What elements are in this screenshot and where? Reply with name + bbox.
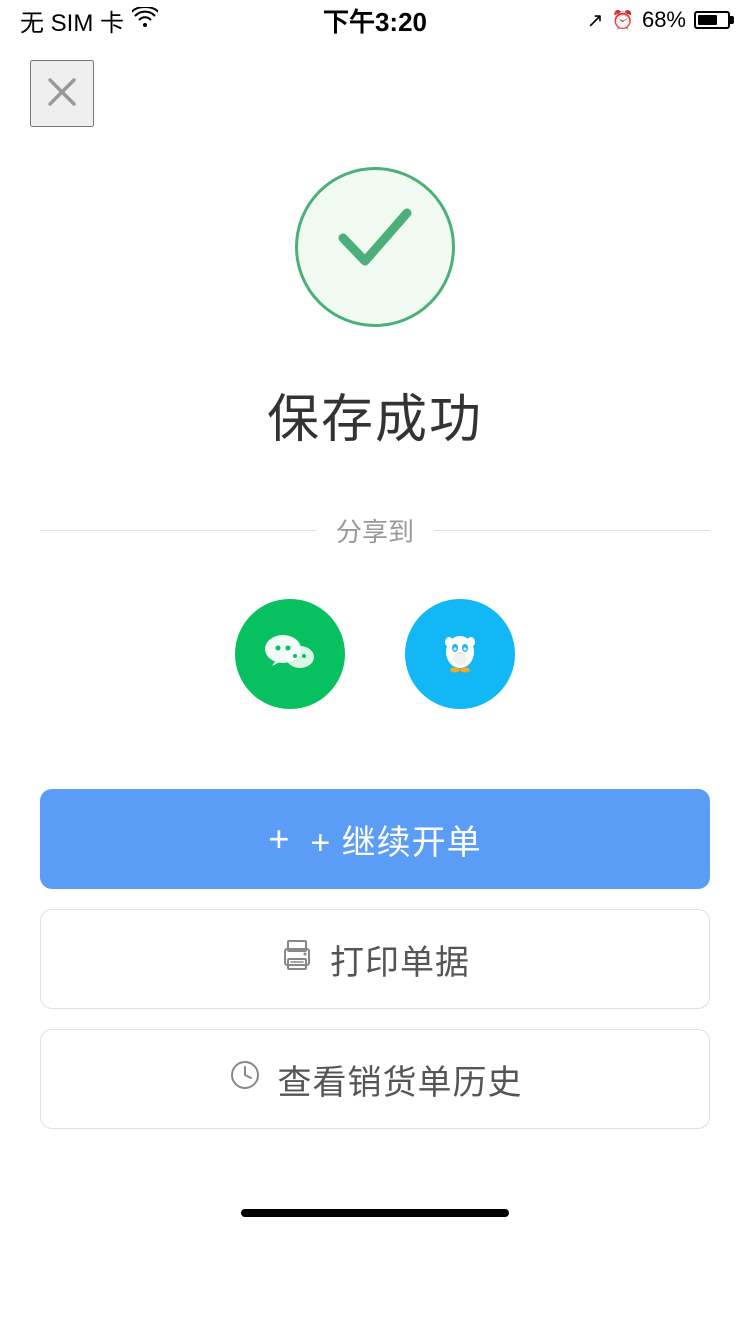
battery-icon — [694, 11, 730, 29]
status-right: ↗ ⏰ 68% — [587, 7, 730, 33]
battery-percent: 68% — [642, 7, 686, 33]
action-buttons: + + 继续开单 打印单据 — [40, 789, 710, 1129]
carrier-text: 无 SIM 卡 — [20, 3, 124, 38]
continue-label: + 继续开单 — [310, 815, 481, 864]
plus-icon: + — [268, 818, 290, 860]
history-label: 查看销货单历史 — [278, 1055, 523, 1104]
divider-right — [434, 530, 710, 531]
alarm-icon: ⏰ — [612, 10, 634, 31]
status-time: 下午3:20 — [323, 2, 427, 39]
checkmark-icon — [335, 203, 415, 286]
qq-share-button[interactable] — [405, 599, 515, 709]
success-icon-circle — [295, 167, 455, 327]
clock-icon — [228, 1058, 262, 1101]
location-icon: ↗ — [587, 8, 604, 33]
history-button[interactable]: 查看销货单历史 — [40, 1029, 710, 1129]
status-bar: 无 SIM 卡 下午3:20 ↗ ⏰ 68% — [0, 0, 750, 40]
print-button[interactable]: 打印单据 — [40, 909, 710, 1009]
print-label: 打印单据 — [330, 935, 470, 984]
status-left: 无 SIM 卡 — [20, 3, 158, 38]
close-button[interactable] — [30, 60, 94, 127]
share-divider: 分享到 — [40, 512, 710, 549]
main-content: 保存成功 分享到 — [0, 40, 750, 1169]
divider-left — [40, 530, 316, 531]
share-label: 分享到 — [336, 512, 414, 549]
share-icons-container — [235, 599, 515, 709]
continue-button[interactable]: + + 继续开单 — [40, 789, 710, 889]
wechat-share-button[interactable] — [235, 599, 345, 709]
printer-icon — [280, 939, 314, 980]
nav-indicator — [241, 1209, 509, 1217]
wifi-icon — [132, 7, 158, 33]
success-title: 保存成功 — [267, 377, 483, 452]
